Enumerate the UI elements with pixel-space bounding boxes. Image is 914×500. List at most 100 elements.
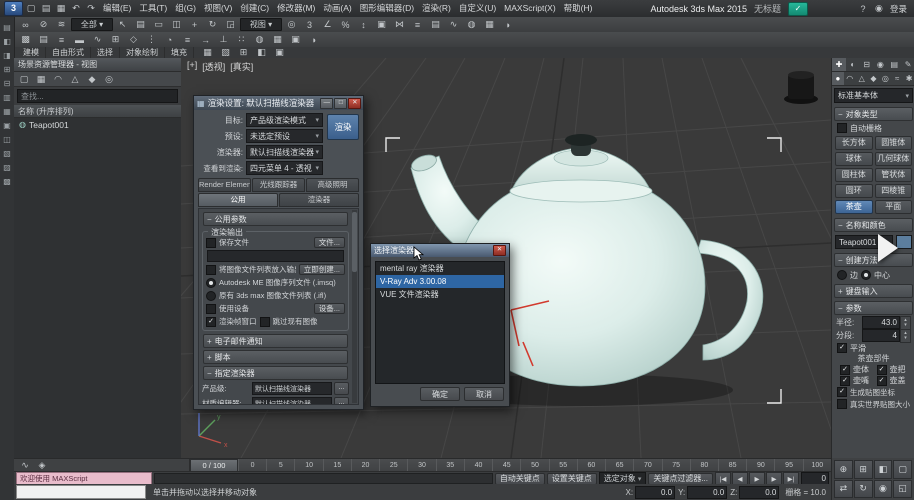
dope-sheet-icon[interactable]: ⊞ [107,33,124,47]
mirror-icon[interactable]: ⋈ [391,18,408,32]
layout-preset-11-icon[interactable]: ▩ [2,176,13,186]
dialog-scrollbar[interactable] [352,210,357,403]
normal-align-icon[interactable]: ⊥ [215,33,232,47]
undo-icon[interactable]: ↶ [69,2,83,15]
menu-item[interactable]: 图形编辑器(D) [356,1,418,16]
file-button[interactable]: 文件... [314,237,345,248]
menu-item[interactable]: 动画(A) [319,1,355,16]
window-crossing-icon[interactable]: ◫ [168,18,185,32]
object-type-button[interactable]: 球体 [835,152,873,166]
help-icon[interactable]: ? [856,2,870,15]
viewport-pov-menu[interactable]: [透视] [202,60,225,73]
user-icon[interactable]: ◉ [872,2,886,15]
zoom-region-button[interactable]: ▢ [893,460,912,479]
spinner-snap-icon[interactable]: ↕ [355,18,372,32]
scene-explorer-title[interactable]: 场景资源管理器 - 视图 [14,58,181,72]
subtab-lights[interactable]: △ [856,72,868,85]
layout-preset-6-icon[interactable]: ▦ [2,106,13,116]
quick-align-icon[interactable]: → [197,33,214,47]
curve-editor-icon[interactable]: ∿ [89,33,106,47]
segments-spinner[interactable] [900,329,911,343]
maxscript-listener-input[interactable] [16,485,146,499]
display-cameras-icon[interactable]: ◆ [85,73,99,86]
imsq-radio[interactable] [206,278,216,288]
creation-method-radio[interactable] [837,270,847,280]
output-path-field[interactable] [207,250,344,262]
subtab-shapes[interactable]: ◠ [844,72,856,85]
ribbon-tab[interactable]: 填充 [165,47,194,58]
save-file-checkbox[interactable] [206,238,216,248]
y-coordinate-field[interactable]: 0.0 [687,486,727,499]
layer-explorer-icon[interactable]: ≡ [53,33,70,47]
name-color-rollout[interactable]: 名称和颜色 [834,218,913,232]
maximize-viewport-button[interactable]: ◱ [893,480,912,499]
display-shapes-icon[interactable]: ◠ [51,73,65,86]
ribbon-tab[interactable]: 自由形式 [46,47,91,58]
menu-item[interactable]: 帮助(H) [560,1,597,16]
object-type-button[interactable]: 平面 [875,200,913,214]
x-coordinate-field[interactable]: 0.0 [635,486,675,499]
layout-preset-1-icon[interactable]: ◧ [2,36,13,46]
creation-method-radio[interactable] [861,270,871,280]
bind-to-space-warp-icon[interactable]: ≋ [53,18,70,32]
render-setup-icon[interactable]: ▦ [269,33,286,47]
primitive-category-dropdown[interactable]: 标准基本体 [834,88,913,103]
close-button[interactable]: ✕ [348,98,361,109]
field-of-view-button[interactable]: ◉ [874,480,893,499]
scene-explorer-column-header[interactable]: 名称 (升序排列) [14,105,181,118]
menu-item[interactable]: 创建(C) [236,1,273,16]
real-world-map-size-checkbox[interactable] [837,399,847,409]
pan-button[interactable]: ⇄ [834,480,853,499]
redo-icon[interactable]: ↷ [84,2,98,15]
object-color-swatch[interactable] [896,235,912,249]
material-editor-icon[interactable]: ◍ [463,18,480,32]
named-selection-icon[interactable]: ▣ [373,18,390,32]
use-device-checkbox[interactable] [206,304,216,314]
select-object-icon[interactable]: ↖ [114,18,131,32]
reference-coordinate-dropdown[interactable]: 视图 ▾ [240,18,282,31]
menu-item[interactable]: 编辑(E) [99,1,135,16]
radius-input[interactable]: 43.0 [862,316,900,329]
teapot-part-checkbox[interactable] [877,376,887,386]
cancel-button[interactable]: 取消 [464,387,504,401]
close-button[interactable]: ✕ [493,245,506,256]
viewport-general-menu[interactable]: [+] [187,60,197,73]
device-button[interactable]: 设备... [314,303,345,314]
select-and-scale-icon[interactable]: ◲ [222,18,239,32]
rectangular-selection-icon[interactable]: ▭ [150,18,167,32]
teapot-part-checkbox[interactable] [840,376,850,386]
snaps-toggle-icon[interactable]: 3 [301,18,318,32]
object-type-button[interactable]: 圆锥体 [875,136,913,150]
layout-preset-10-icon[interactable]: ▨ [2,162,13,172]
skip-existing-images-checkbox[interactable] [260,317,270,327]
smooth-checkbox[interactable] [837,343,847,353]
set-key-button[interactable]: 设置关键点 [547,473,597,485]
object-type-button[interactable]: 几何球体 [875,152,913,166]
zoom-extents-button[interactable]: ◧ [874,460,893,479]
select-and-link-icon[interactable]: ∞ [17,18,34,32]
use-pivot-point-icon[interactable]: ◎ [283,18,300,32]
display-geometry-icon[interactable]: ▦ [34,73,48,86]
render-setup-icon[interactable]: ▦ [481,18,498,32]
subtab-space-warps[interactable]: ≈ [891,72,903,85]
render-setup-titlebar[interactable]: ▦ 渲染设置: 默认扫描线渲染器 —□✕ [194,96,363,110]
scripts-rollout[interactable]: 脚本 [203,350,348,364]
email-notifications-rollout[interactable]: 电子邮件通知 [203,334,348,348]
creation-method-rollout[interactable]: 创建方法 [834,253,913,267]
display-helpers-icon[interactable]: ◎ [102,73,116,86]
render-setup-tab[interactable]: 渲染器 [279,193,359,207]
tab-motion[interactable]: ◉ [873,58,887,71]
common-parameters-rollout[interactable]: 公用参数 [203,212,348,226]
display-all-icon[interactable]: ▢ [17,73,31,86]
tab-create[interactable]: ✚ [832,58,846,71]
unlink-selection-icon[interactable]: ⊘ [35,18,52,32]
schematic-view-icon[interactable]: ◇ [125,33,142,47]
choose-production-renderer-button[interactable]: ... [334,382,349,395]
tab-display[interactable]: ▤ [887,58,901,71]
layout-preset-5-icon[interactable]: ▥ [2,92,13,102]
rendered-frame-window-checkbox[interactable] [206,317,216,327]
viewcube[interactable] [784,71,818,104]
layout-preset-9-icon[interactable]: ▧ [2,148,13,158]
menu-item[interactable]: MAXScript(X) [500,1,559,16]
snapshot-icon[interactable]: ◔ [161,33,178,47]
